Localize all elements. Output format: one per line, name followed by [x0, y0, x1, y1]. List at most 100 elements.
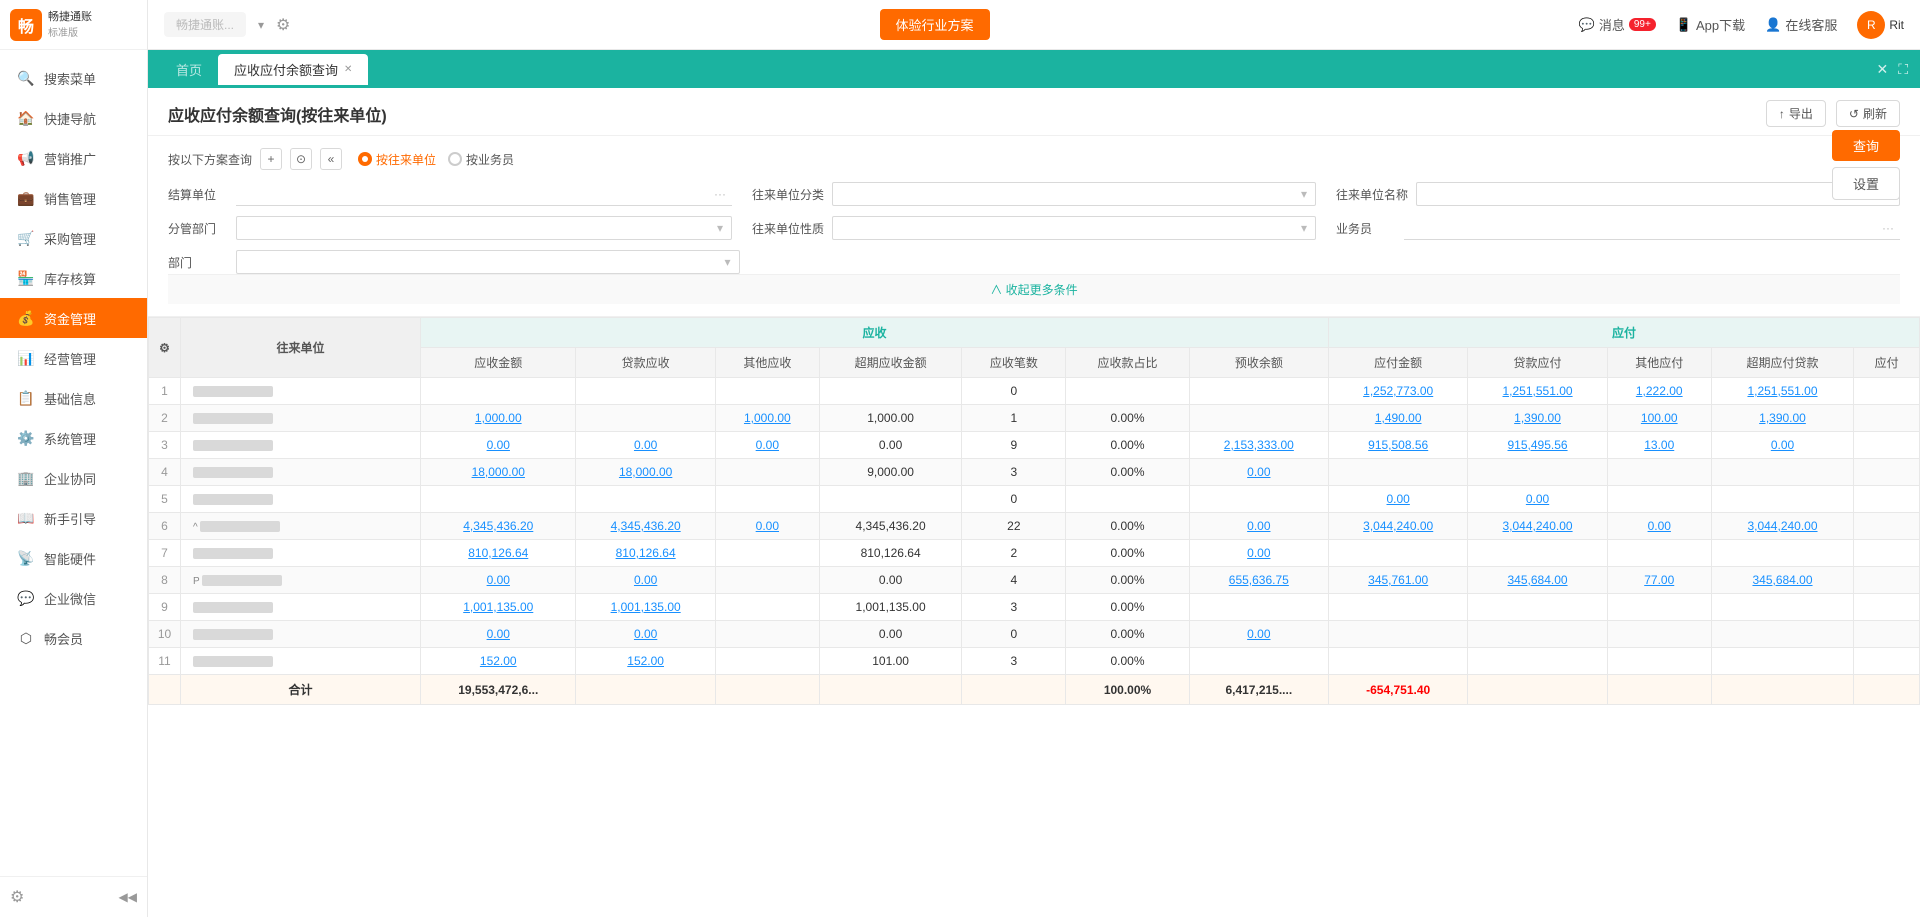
- collapse-sidebar-icon[interactable]: ◀◀: [119, 890, 137, 904]
- cell[interactable]: 0.00: [1607, 513, 1711, 540]
- sidebar-item-hardware[interactable]: 📡智能硬件: [0, 538, 147, 578]
- select-dept[interactable]: ▾: [236, 250, 740, 274]
- scheme-opt-by-unit[interactable]: 按往来单位: [358, 151, 436, 168]
- sidebar-item-marketing[interactable]: 📢营销推广: [0, 138, 147, 178]
- cell[interactable]: 345,684.00: [1711, 567, 1853, 594]
- cell[interactable]: 1,251,551.00: [1468, 378, 1607, 405]
- cell[interactable]: 655,636.75: [1189, 567, 1328, 594]
- cell[interactable]: 0.00: [715, 432, 819, 459]
- cell[interactable]: 1,000.00: [421, 405, 576, 432]
- footer-prepaid[interactable]: 6,417,215....: [1189, 675, 1328, 705]
- sidebar-item-basic[interactable]: 📋基础信息: [0, 378, 147, 418]
- online-service-item[interactable]: 👤 在线客服: [1765, 15, 1837, 34]
- tab-close-window-icon[interactable]: ✕: [1876, 61, 1888, 78]
- select-partner-cat[interactable]: ▾: [832, 182, 1316, 206]
- cell[interactable]: 0.00: [1189, 459, 1328, 486]
- th-settings[interactable]: ⚙: [149, 318, 181, 378]
- filter-settings-btn2[interactable]: ⊙: [290, 148, 312, 170]
- cell[interactable]: 2,153,333.00: [1189, 432, 1328, 459]
- export-btn[interactable]: ↑ 导出: [1766, 100, 1826, 127]
- query-btn[interactable]: 查询: [1832, 130, 1900, 161]
- sidebar-item-finance[interactable]: 💰资金管理: [0, 298, 147, 338]
- sidebar-item-inventory[interactable]: 🏪库存核算: [0, 258, 147, 298]
- cell[interactable]: 0.00: [576, 567, 715, 594]
- cell[interactable]: 1,490.00: [1329, 405, 1468, 432]
- cell[interactable]: 0.00: [421, 621, 576, 648]
- cell[interactable]: 100.00: [1607, 405, 1711, 432]
- settings-bottom-icon[interactable]: ⚙: [10, 887, 24, 907]
- input-jiesuan[interactable]: ···: [236, 183, 732, 206]
- sidebar-item-quicknav[interactable]: 🏠快捷导航: [0, 98, 147, 138]
- sidebar-item-search[interactable]: 🔍搜索菜单: [0, 58, 147, 98]
- refresh-btn[interactable]: ↺ 刷新: [1836, 100, 1900, 127]
- cell[interactable]: 1,001,135.00: [421, 594, 576, 621]
- cell[interactable]: 915,508.56: [1329, 432, 1468, 459]
- th-recv-amount: 应收金额: [421, 348, 576, 378]
- cell[interactable]: 1,390.00: [1468, 405, 1607, 432]
- cell[interactable]: 3,044,240.00: [1468, 513, 1607, 540]
- cell: 0.00: [819, 432, 961, 459]
- user-item[interactable]: R Rit: [1857, 11, 1904, 39]
- select-dept-managed[interactable]: ▾: [236, 216, 732, 240]
- sidebar-item-operation[interactable]: 📊经营管理: [0, 338, 147, 378]
- sidebar-item-sales[interactable]: 💼销售管理: [0, 178, 147, 218]
- sidebar-item-purchase[interactable]: 🛒采购管理: [0, 218, 147, 258]
- cell[interactable]: 3,044,240.00: [1711, 513, 1853, 540]
- settings-btn[interactable]: 设置: [1832, 167, 1900, 200]
- cell[interactable]: 1,000.00: [715, 405, 819, 432]
- sidebar-item-system[interactable]: ⚙️系统管理: [0, 418, 147, 458]
- filter-collapse-btn2[interactable]: «: [320, 148, 342, 170]
- cell[interactable]: 4,345,436.20: [576, 513, 715, 540]
- sidebar-item-guide[interactable]: 📖新手引导: [0, 498, 147, 538]
- cell[interactable]: 0.00: [1189, 540, 1328, 567]
- cell[interactable]: 0.00: [1189, 513, 1328, 540]
- tab-close-icon[interactable]: ✕: [344, 64, 352, 75]
- cell[interactable]: 3,044,240.00: [1329, 513, 1468, 540]
- topbar-gear-icon[interactable]: ⚙: [276, 15, 290, 35]
- app-download-item[interactable]: 📱 App下载: [1676, 15, 1745, 34]
- cell[interactable]: 1,252,773.00: [1329, 378, 1468, 405]
- tab-home[interactable]: 首页: [160, 54, 218, 85]
- select-partner-nature[interactable]: ▾: [832, 216, 1316, 240]
- cell[interactable]: 1,222.00: [1607, 378, 1711, 405]
- cell[interactable]: 1,001,135.00: [576, 594, 715, 621]
- tab-expand-icon[interactable]: ⛶: [1898, 61, 1908, 78]
- cell[interactable]: 0.00: [1189, 621, 1328, 648]
- industry-btn[interactable]: 体验行业方案: [880, 9, 990, 40]
- footer-recv[interactable]: 19,553,472,6...: [421, 675, 576, 705]
- cell[interactable]: 0.00: [576, 621, 715, 648]
- tab-accounts[interactable]: 应收应付余额查询 ✕: [218, 54, 368, 85]
- cell[interactable]: 77.00: [1607, 567, 1711, 594]
- cell[interactable]: 0.00: [576, 432, 715, 459]
- cell[interactable]: 13.00: [1607, 432, 1711, 459]
- cell[interactable]: 0.00: [421, 567, 576, 594]
- table-wrapper[interactable]: ⚙ 往来单位 应收 应付 应收金额 贷款应收 其他应收 超期应收金额 应收笔数: [148, 317, 1920, 705]
- cell[interactable]: 1,390.00: [1711, 405, 1853, 432]
- cell[interactable]: 4,345,436.20: [421, 513, 576, 540]
- cell[interactable]: 810,126.64: [421, 540, 576, 567]
- cell[interactable]: 18,000.00: [421, 459, 576, 486]
- collapse-bar[interactable]: ∧ 收起更多条件: [168, 274, 1900, 304]
- filter-add-btn[interactable]: +: [260, 148, 282, 170]
- notification-item[interactable]: 💬 消息 99+: [1579, 15, 1656, 34]
- input-partner-name[interactable]: [1416, 182, 1900, 206]
- cell[interactable]: 0.00: [1468, 486, 1607, 513]
- input-salesperson[interactable]: ···: [1404, 217, 1900, 240]
- cell[interactable]: 1,251,551.00: [1711, 378, 1853, 405]
- scheme-opt-by-staff[interactable]: 按业务员: [448, 151, 514, 168]
- cell[interactable]: 915,495.56: [1468, 432, 1607, 459]
- sidebar-item-enterprise[interactable]: 🏢企业协同: [0, 458, 147, 498]
- cell[interactable]: 810,126.64: [576, 540, 715, 567]
- sidebar-item-wechat[interactable]: 💬企业微信: [0, 578, 147, 618]
- cell[interactable]: 18,000.00: [576, 459, 715, 486]
- sidebar-item-member[interactable]: ⬡畅会员: [0, 618, 147, 658]
- cell[interactable]: 0.00: [1711, 432, 1853, 459]
- cell[interactable]: 0.00: [421, 432, 576, 459]
- cell[interactable]: 0.00: [715, 513, 819, 540]
- cell[interactable]: 0.00: [1329, 486, 1468, 513]
- cell[interactable]: 345,684.00: [1468, 567, 1607, 594]
- topbar-arrow-icon[interactable]: ▾: [258, 18, 264, 32]
- cell[interactable]: 152.00: [576, 648, 715, 675]
- cell[interactable]: 152.00: [421, 648, 576, 675]
- cell[interactable]: 345,761.00: [1329, 567, 1468, 594]
